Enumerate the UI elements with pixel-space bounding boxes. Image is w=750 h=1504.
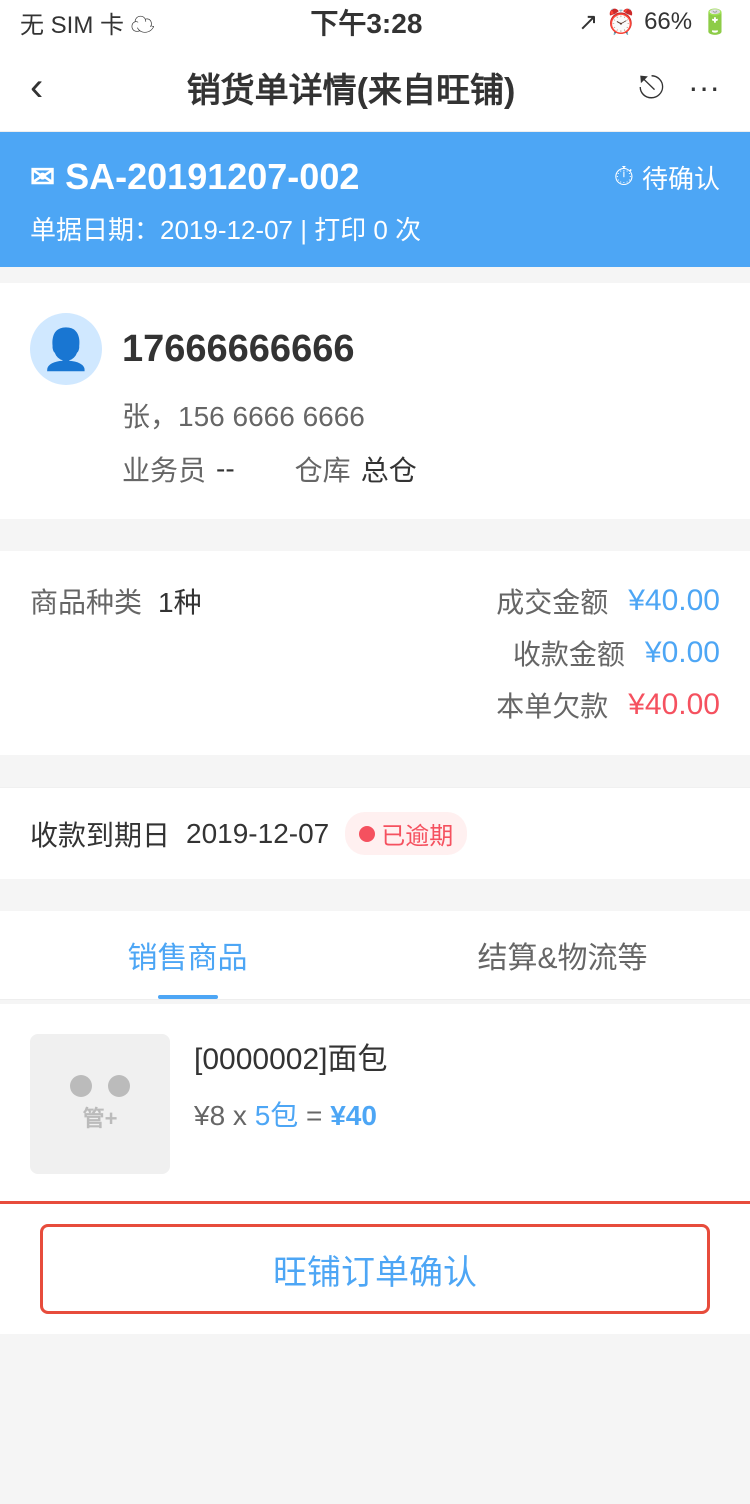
order-status: ⏱ 待确认	[614, 159, 720, 196]
price-text: ¥8 x	[194, 1100, 255, 1131]
customer-meta: 业务员 -- 仓库 总仓	[122, 449, 720, 489]
customer-name: 张，156 6666 6666	[122, 395, 720, 435]
order-date: 单据日期：2019-12-07 | 打印 0 次	[30, 210, 720, 247]
overdue-badge: 已逾期	[345, 812, 467, 855]
collected-row: 收款金额 ¥0.00	[513, 633, 720, 673]
nav-actions: ⎋ ···	[639, 69, 720, 107]
divider-1	[0, 519, 750, 535]
owl-eye-left	[70, 1075, 92, 1097]
more-button[interactable]: ···	[688, 69, 720, 106]
summary-section: 商品种类 1种 成交金额 ¥40.00 收款金额 ¥0.00 本单欠款 ¥40.…	[0, 551, 750, 755]
collected-value: ¥0.00	[645, 636, 720, 670]
product-name: [0000002]面包	[194, 1034, 720, 1078]
product-info: [0000002]面包 ¥8 x 5包 = ¥40	[194, 1034, 720, 1134]
customer-avatar: 👤	[30, 313, 102, 385]
product-type-label: 商品种类	[30, 581, 142, 621]
product-type-area: 商品种类 1种	[30, 581, 496, 621]
product-item: 管+ [0000002]面包 ¥8 x 5包 = ¥40	[30, 1034, 720, 1174]
product-price: ¥8 x 5包 = ¥40	[194, 1094, 720, 1134]
owed-row: 本单欠款 ¥40.00	[496, 685, 720, 725]
avatar-icon: 👤	[41, 326, 91, 373]
confirm-order-label: 旺铺订单确认	[273, 1245, 477, 1294]
tab-settlement[interactable]: 结算&物流等	[375, 911, 750, 999]
product-thumbnail: 管+	[30, 1034, 170, 1174]
tabs-section: 销售商品 结算&物流等	[0, 911, 750, 1000]
status-left: 无 SIM 卡 ☁	[20, 5, 155, 40]
status-bar: 无 SIM 卡 ☁ 下午3:28 ↗ ⏰ 66% 🔋	[0, 0, 750, 44]
product-list: 管+ [0000002]面包 ¥8 x 5包 = ¥40	[0, 1004, 750, 1204]
warehouse-label: 仓库	[295, 449, 351, 489]
transaction-label: 成交金额	[496, 581, 608, 621]
owl-eye-right	[108, 1075, 130, 1097]
product-logo: 管+	[70, 1075, 130, 1133]
amounts-area: 成交金额 ¥40.00 收款金额 ¥0.00 本单欠款 ¥40.00	[496, 581, 720, 725]
product-qty: 5包	[255, 1100, 299, 1131]
transaction-value: ¥40.00	[628, 584, 720, 618]
sim-status: 无 SIM 卡 ☁	[20, 5, 155, 40]
page-title: 销货单详情(来自旺铺)	[63, 63, 638, 112]
owl-text: 管+	[83, 1101, 118, 1133]
salesperson-field: 业务员 --	[122, 449, 235, 489]
customer-phone: 17666666666	[122, 328, 354, 371]
overdue-dot-icon	[359, 826, 375, 842]
transaction-row: 成交金额 ¥40.00	[496, 581, 720, 621]
status-right: ↗ ⏰ 66% 🔋	[578, 8, 730, 37]
order-id: ✉ SA-20191207-002	[30, 156, 359, 198]
collected-label: 收款金额	[513, 633, 625, 673]
overdue-text: 已逾期	[381, 816, 453, 851]
location-icon: ↗	[578, 8, 598, 37]
price-separator: =	[298, 1100, 330, 1131]
status-text: 待确认	[642, 159, 720, 196]
tab-products-label: 销售商品	[128, 933, 248, 977]
warehouse-field: 仓库 总仓	[295, 449, 417, 489]
battery-level: 66%	[644, 8, 692, 36]
share-button[interactable]: ⎋	[639, 69, 664, 107]
tab-underline	[158, 995, 218, 999]
due-section: 收款到期日 2019-12-07 已逾期	[0, 787, 750, 879]
divider-3	[0, 879, 750, 895]
due-label: 收款到期日	[30, 814, 170, 854]
owed-label: 本单欠款	[496, 685, 608, 725]
confirm-order-button[interactable]: 旺铺订单确认	[40, 1224, 710, 1314]
bottom-bar: 旺铺订单确认	[0, 1201, 750, 1334]
tab-settlement-label: 结算&物流等	[477, 933, 647, 977]
status-clock-icon: ⏱	[614, 161, 634, 193]
product-type-value: 1种	[158, 581, 202, 621]
warehouse-value: 总仓	[361, 449, 417, 489]
tab-products[interactable]: 销售商品	[0, 911, 375, 999]
order-id-text: SA-20191207-002	[65, 156, 359, 198]
divider-2	[0, 755, 750, 771]
owl-eyes	[70, 1075, 130, 1097]
order-header-card: ✉ SA-20191207-002 ⏱ 待确认 单据日期：2019-12-07 …	[0, 132, 750, 267]
tabs-row: 销售商品 结算&物流等	[0, 911, 750, 999]
salesperson-value: --	[216, 453, 235, 485]
order-icon: ✉	[30, 160, 55, 195]
due-date: 2019-12-07	[186, 818, 329, 850]
battery-icon: 🔋	[700, 8, 730, 37]
back-button[interactable]: ‹	[30, 65, 43, 110]
status-time: 下午3:28	[310, 2, 422, 42]
salesperson-label: 业务员	[122, 449, 206, 489]
nav-bar: ‹ 销货单详情(来自旺铺) ⎋ ···	[0, 44, 750, 132]
product-total: ¥40	[330, 1100, 377, 1131]
alarm-icon: ⏰	[606, 8, 636, 37]
customer-section: 👤 17666666666 张，156 6666 6666 业务员 -- 仓库 …	[0, 283, 750, 519]
owed-value: ¥40.00	[628, 688, 720, 722]
